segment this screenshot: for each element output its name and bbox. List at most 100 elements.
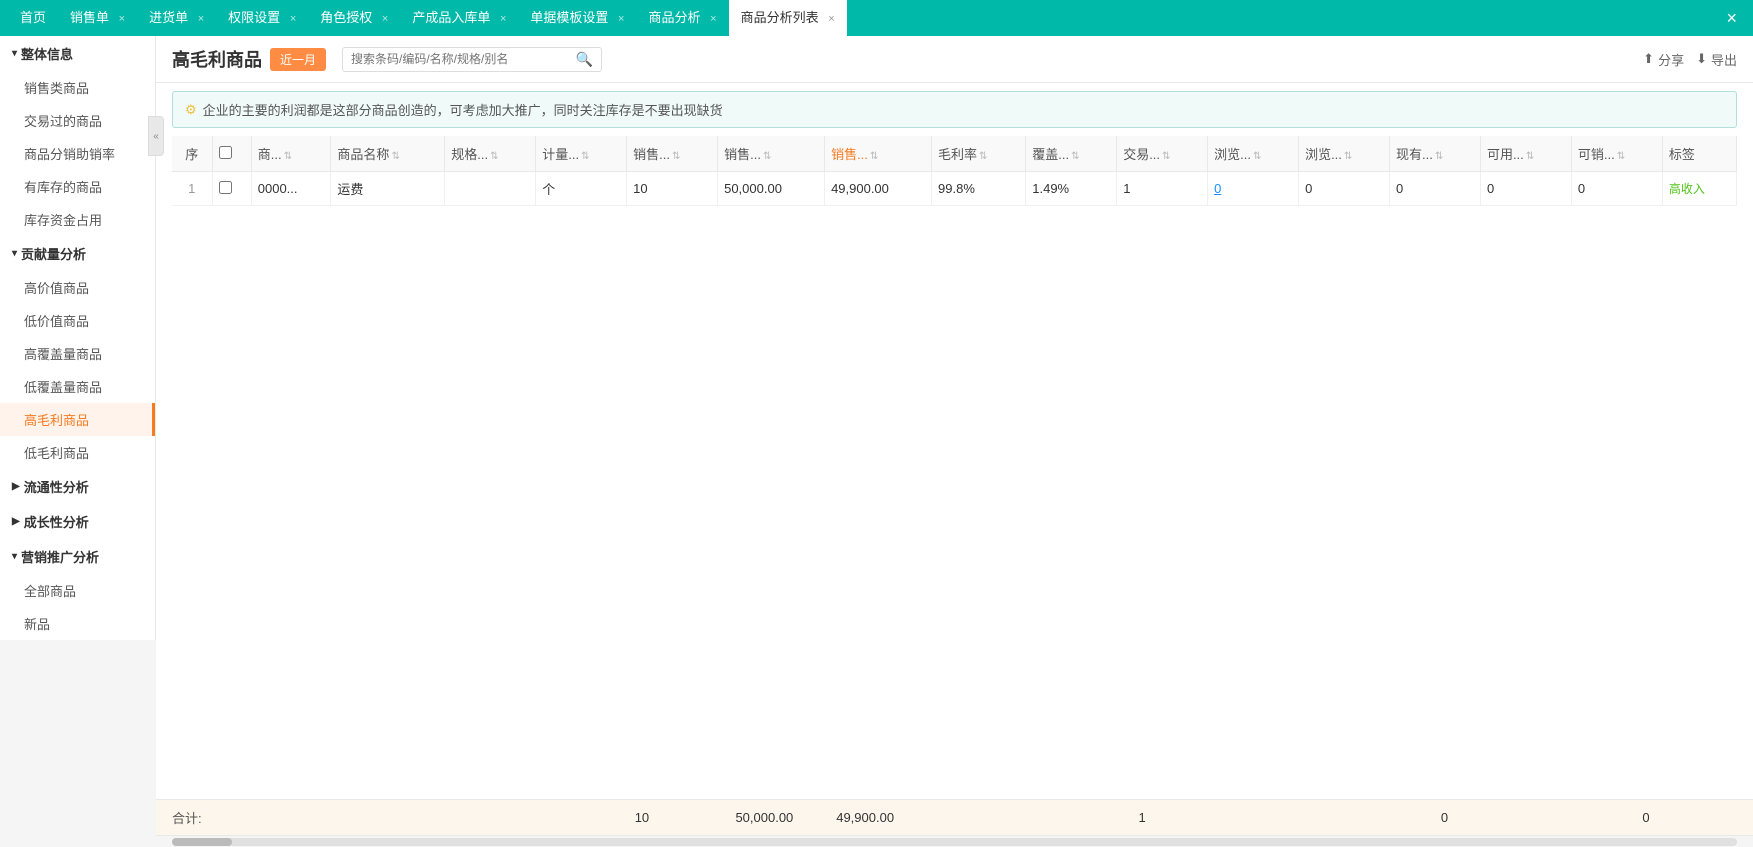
sidebar-item-high-value[interactable]: 高价值商品: [0, 271, 155, 304]
cell-browse2: 0: [1299, 172, 1390, 206]
nav-product-analysis[interactable]: 商品分析 ×: [636, 0, 728, 36]
nav-analysis-list-close[interactable]: ×: [828, 13, 834, 25]
sidebar-group-contribution[interactable]: ▾ 贡献量分析: [0, 236, 155, 271]
sidebar-item-low-value[interactable]: 低价值商品: [0, 304, 155, 337]
share-icon: ⬆: [1643, 51, 1654, 67]
col-transaction[interactable]: 交易...⇅: [1117, 136, 1208, 172]
filter-recent-month[interactable]: 近一月: [270, 48, 326, 71]
cell-sales-amount: 50,000.00: [718, 172, 825, 206]
nav-role[interactable]: 角色授权 ×: [308, 0, 400, 36]
sidebar-wrapper: ▾ 整体信息 销售类商品 交易过的商品 商品分销助销率 有库存的商品 库存资金占…: [0, 36, 156, 847]
col-code[interactable]: 商...⇅: [251, 136, 331, 172]
col-sellable-qty[interactable]: 可销...⇅: [1571, 136, 1662, 172]
cell-seq: 1: [172, 172, 212, 206]
footer-empty-browse1: [1233, 810, 1334, 825]
footer-cell-empty2: [326, 810, 427, 825]
col-available-qty[interactable]: 可用...⇅: [1480, 136, 1571, 172]
sidebar-item-stock-capital[interactable]: 库存资金占用: [0, 203, 155, 236]
col-coverage[interactable]: 覆盖...⇅: [1026, 136, 1117, 172]
cell-spec: [445, 172, 536, 206]
sidebar-group-growth[interactable]: ▶ 成长性分析: [0, 504, 155, 539]
footer-cell-empty4: [528, 810, 629, 825]
cell-sales-profit: 49,900.00: [825, 172, 932, 206]
col-checkbox[interactable]: [212, 136, 251, 172]
nav-template-close[interactable]: ×: [618, 13, 624, 25]
main-layout: ▾ 整体信息 销售类商品 交易过的商品 商品分销助销率 有库存的商品 库存资金占…: [0, 36, 1753, 847]
sidebar-item-new-products[interactable]: 新品: [0, 607, 155, 640]
share-button[interactable]: ⬆ 分享: [1643, 50, 1684, 69]
export-icon: ⬇: [1696, 51, 1707, 67]
nav-production-close[interactable]: ×: [500, 13, 506, 25]
search-icon[interactable]: 🔍: [576, 51, 593, 68]
arrow-contribution: ▾: [12, 248, 17, 259]
nav-permission-close[interactable]: ×: [290, 13, 296, 25]
sidebar-item-high-margin[interactable]: 高毛利商品: [0, 403, 155, 436]
col-name[interactable]: 商品名称⇅: [331, 136, 445, 172]
col-sales-qty[interactable]: 销售...⇅: [627, 136, 718, 172]
col-unit[interactable]: 计量...⇅: [536, 136, 627, 172]
footer-sales-profit: 49,900.00: [830, 810, 931, 825]
data-table: 序 商...⇅ 商品名称⇅ 规格...⇅ 计量...⇅ 销售...⇅ 销售...…: [172, 136, 1737, 206]
page-title: 高毛利商品: [172, 46, 262, 72]
nav-sales-close[interactable]: ×: [119, 13, 125, 25]
cell-name: 运费: [331, 172, 445, 206]
window-close[interactable]: ×: [1718, 8, 1745, 29]
footer-sales-amount: 50,000.00: [729, 810, 830, 825]
nav-sales[interactable]: 销售单 ×: [58, 0, 137, 36]
table-footer: 合计: 10 50,000.00 49,900.00 1 0 0: [156, 799, 1753, 835]
sidebar-group-overall[interactable]: ▾ 整体信息: [0, 36, 155, 71]
cell-checkbox[interactable]: [212, 172, 251, 206]
col-gross-margin[interactable]: 毛利率⇅: [932, 136, 1026, 172]
col-sales-amount[interactable]: 销售...⇅: [718, 136, 825, 172]
sidebar-item-traded-goods[interactable]: 交易过的商品: [0, 104, 155, 137]
nav-template[interactable]: 单据模板设置 ×: [518, 0, 636, 36]
sidebar-collapse-button[interactable]: «: [148, 116, 164, 156]
sidebar: ▾ 整体信息 销售类商品 交易过的商品 商品分销助销率 有库存的商品 库存资金占…: [0, 36, 156, 640]
cell-transaction: 1: [1117, 172, 1208, 206]
sidebar-item-distribution-rate[interactable]: 商品分销助销率: [0, 137, 155, 170]
footer-empty-coverage: [1032, 810, 1133, 825]
scrollbar-thumb[interactable]: [172, 838, 232, 846]
search-input[interactable]: [351, 52, 576, 66]
nav-product-analysis-close[interactable]: ×: [710, 13, 716, 25]
horizontal-scrollbar[interactable]: [156, 835, 1753, 847]
sidebar-item-sales-goods[interactable]: 销售类商品: [0, 71, 155, 104]
arrow-growth: ▶: [12, 516, 20, 527]
cell-coverage: 1.49%: [1026, 172, 1117, 206]
footer-empty-browse2: [1334, 810, 1435, 825]
sidebar-group-marketing[interactable]: ▾ 营销推广分析: [0, 539, 155, 574]
sidebar-item-stocked-goods[interactable]: 有库存的商品: [0, 170, 155, 203]
content-area: 高毛利商品 近一月 🔍 ⬆ 分享 ⬇ 导出 ⚙ 企业的主要的利润都是这部分商品创…: [156, 36, 1753, 847]
sidebar-item-high-coverage[interactable]: 高覆盖量商品: [0, 337, 155, 370]
nav-purchase[interactable]: 进货单 ×: [137, 0, 216, 36]
nav-home[interactable]: 首页: [8, 0, 58, 36]
col-spec[interactable]: 规格...⇅: [445, 136, 536, 172]
nav-permission[interactable]: 权限设置 ×: [216, 0, 308, 36]
export-button[interactable]: ⬇ 导出: [1696, 50, 1737, 69]
row-checkbox[interactable]: [219, 181, 232, 194]
footer-sellable-qty: 0: [1636, 810, 1737, 825]
nav-production[interactable]: 产成品入库单 ×: [400, 0, 518, 36]
sidebar-item-all-goods[interactable]: 全部商品: [0, 574, 155, 607]
sidebar-item-low-coverage[interactable]: 低覆盖量商品: [0, 370, 155, 403]
nav-role-close[interactable]: ×: [382, 13, 388, 25]
footer-available-qty: [1536, 810, 1637, 825]
footer-cell-empty3: [427, 810, 528, 825]
nav-analysis-list[interactable]: 商品分析列表 ×: [729, 0, 847, 36]
info-banner: ⚙ 企业的主要的利润都是这部分商品创造的，可考虑加大推广，同时关注库存是不要出现…: [172, 91, 1737, 128]
col-sales-profit[interactable]: 销售...⇅: [825, 136, 932, 172]
sidebar-group-liquidity[interactable]: ▶ 流通性分析: [0, 469, 155, 504]
select-all-checkbox[interactable]: [219, 146, 232, 159]
cell-browse1[interactable]: 0: [1208, 172, 1299, 206]
col-browse2[interactable]: 浏览...⇅: [1299, 136, 1390, 172]
arrow-overall: ▾: [12, 48, 17, 59]
cell-current-qty: 0: [1390, 172, 1481, 206]
header-actions: ⬆ 分享 ⬇ 导出: [1643, 50, 1737, 69]
cell-unit: 个: [536, 172, 627, 206]
col-browse1[interactable]: 浏览...⇅: [1208, 136, 1299, 172]
footer-label: 合计:: [172, 808, 202, 827]
sidebar-item-low-margin[interactable]: 低毛利商品: [0, 436, 155, 469]
col-current-qty[interactable]: 现有...⇅: [1390, 136, 1481, 172]
content-header: 高毛利商品 近一月 🔍 ⬆ 分享 ⬇ 导出: [156, 36, 1753, 83]
nav-purchase-close[interactable]: ×: [198, 13, 204, 25]
